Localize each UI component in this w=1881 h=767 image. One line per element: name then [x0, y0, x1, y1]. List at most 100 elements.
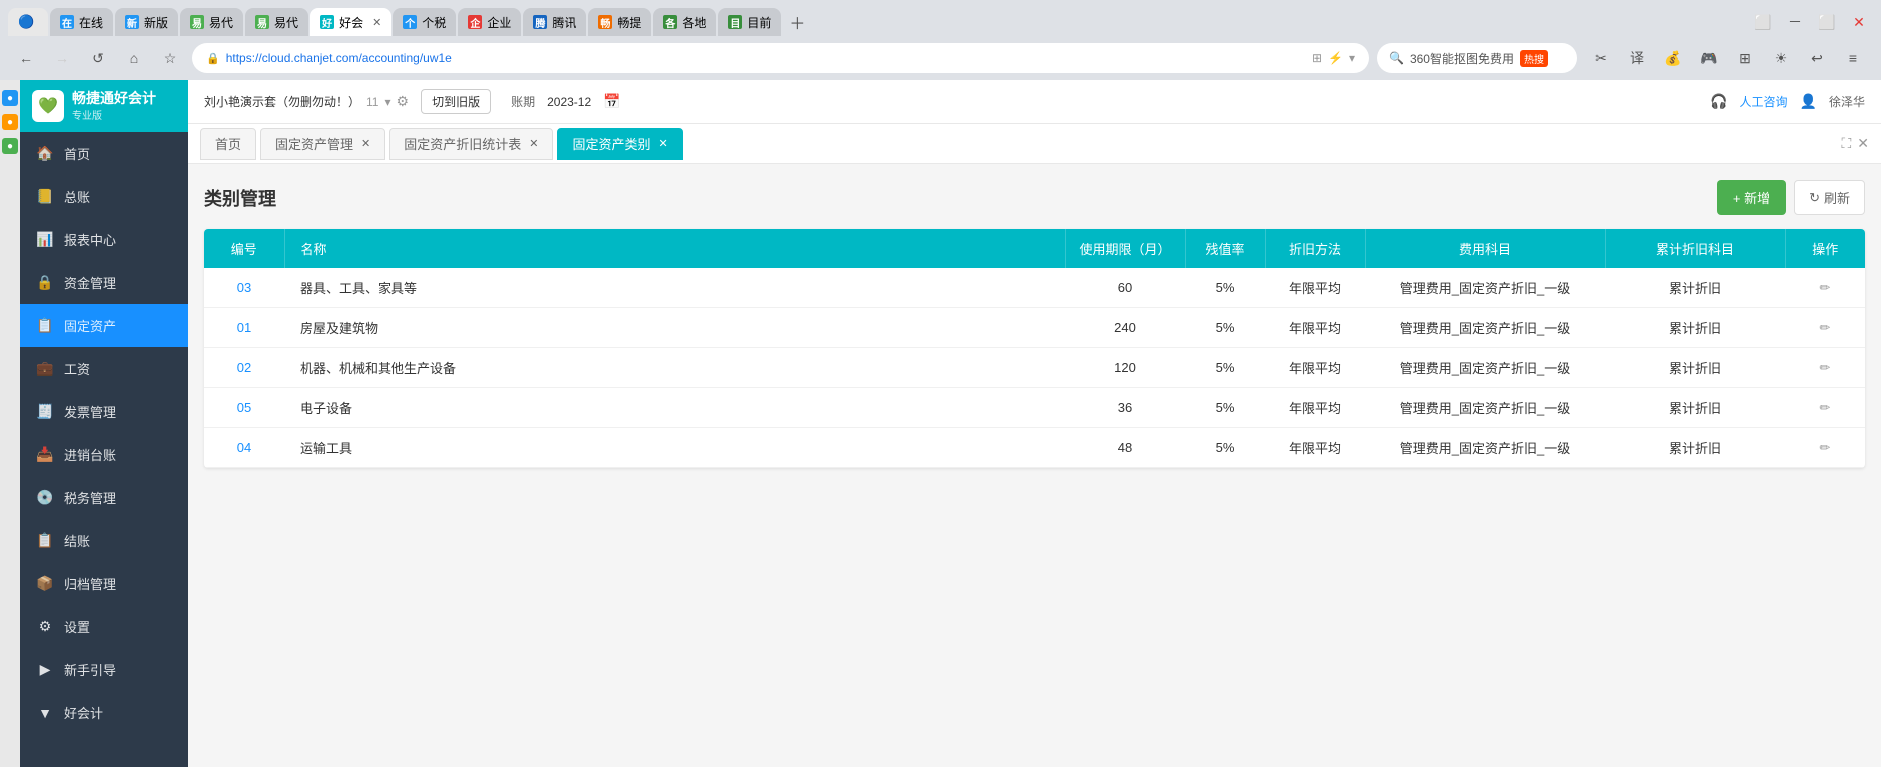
sidebar-item-archive[interactable]: 📦 归档管理: [20, 562, 188, 605]
wallet-icon[interactable]: 💰: [1657, 44, 1689, 72]
edit-button-3[interactable]: ✏: [1820, 400, 1831, 415]
switch-version-button[interactable]: 切到旧版: [421, 89, 491, 114]
sidebar-item-fixed-assets[interactable]: 📋 固定资产: [20, 304, 188, 347]
browser-tab-9[interactable]: 各 各地: [653, 8, 716, 36]
tab-close-4[interactable]: ✕: [372, 16, 381, 29]
reload-button[interactable]: ↺: [84, 44, 112, 72]
search-box[interactable]: 🔍 360智能抠图免费用 热搜: [1377, 43, 1577, 73]
browser-tab-4[interactable]: 好 好会 ✕: [310, 8, 391, 36]
top-bar-right: 🎧 人工咨询 👤 徐泽华: [1710, 93, 1865, 110]
cell-name-4: 运输工具: [284, 428, 1065, 468]
consultant-label[interactable]: 人工咨询: [1740, 93, 1788, 110]
cell-depreciation-2: 累计折旧: [1605, 348, 1785, 388]
browser-tab-5[interactable]: 个 个税: [393, 8, 456, 36]
cell-depreciation-3: 累计折旧: [1605, 388, 1785, 428]
browser-tab-8[interactable]: 畅 畅提: [588, 8, 651, 36]
browser-tab-7[interactable]: 腾 腾讯: [523, 8, 586, 36]
new-tab-button[interactable]: ＋: [783, 8, 811, 36]
brightness-icon[interactable]: ☀: [1765, 44, 1797, 72]
side-icon-1[interactable]: ●: [2, 90, 18, 106]
sidebar-item-home[interactable]: 🏠 首页: [20, 132, 188, 175]
sidebar-item-settings[interactable]: ⚙ 设置: [20, 605, 188, 648]
browser-tab-0[interactable]: 在 在线: [50, 8, 113, 36]
game-icon[interactable]: 🎮: [1693, 44, 1725, 72]
sidebar-item-more[interactable]: ▼ 好会计: [20, 691, 188, 734]
scissors-icon[interactable]: ✂: [1585, 44, 1617, 72]
tab-category[interactable]: 固定资产类别 ✕: [557, 128, 682, 160]
translate-icon[interactable]: 译: [1621, 44, 1653, 72]
dropdown-icon[interactable]: ▾: [384, 95, 390, 109]
tab-depreciation-close[interactable]: ✕: [529, 137, 538, 150]
close-window-button[interactable]: ✕: [1845, 8, 1873, 36]
table-row: 04 运输工具 48 5% 年限平均 管理费用_固定资产折旧_一级 累计折旧 ✏: [204, 428, 1865, 468]
sidebar-item-settlement[interactable]: 📋 结账: [20, 519, 188, 562]
grid-icon[interactable]: ⊞: [1729, 44, 1761, 72]
sidebar-item-label-tax: 税务管理: [64, 488, 116, 507]
home-button[interactable]: ⌂: [120, 44, 148, 72]
tab-depreciation[interactable]: 固定资产折旧统计表 ✕: [389, 128, 553, 160]
funds-icon: 🔒: [36, 274, 54, 292]
tab-expand-buttons: ⛶ ✕: [1841, 135, 1869, 152]
browser-tab-logo[interactable]: 🔵: [8, 8, 48, 36]
sidebar-item-purchase-sales[interactable]: 📥 进销台账: [20, 433, 188, 476]
undo-icon[interactable]: ↩: [1801, 44, 1833, 72]
forward-button[interactable]: →: [48, 44, 76, 72]
lightning-icon[interactable]: ⚡: [1328, 51, 1343, 65]
bookmark-button[interactable]: ☆: [156, 44, 184, 72]
edit-button-2[interactable]: ✏: [1820, 360, 1831, 375]
fullscreen-icon[interactable]: ⛶: [1841, 135, 1851, 152]
tab-fixed-mgmt[interactable]: 固定资产管理 ✕: [260, 128, 385, 160]
table-header-row: 编号 名称 使用期限（月） 残值率 折旧方法 费用科目 累计折旧科目 操作: [204, 229, 1865, 268]
sidebar-item-funds[interactable]: 🔒 资金管理: [20, 261, 188, 304]
browser-tab-1[interactable]: 新 新版: [115, 8, 178, 36]
dropdown-arrow-icon[interactable]: ▾: [1349, 51, 1355, 65]
col-header-name: 名称: [284, 229, 1065, 268]
cell-period-4: 48: [1065, 428, 1185, 468]
menu-icon[interactable]: ≡: [1837, 44, 1869, 72]
cell-code-4: 04: [204, 428, 284, 468]
cell-period-2: 120: [1065, 348, 1185, 388]
cell-action-3: ✏: [1785, 388, 1865, 428]
minimize-button[interactable]: －: [1781, 8, 1809, 36]
sidebar-item-ledger[interactable]: 📒 总账: [20, 175, 188, 218]
refresh-button[interactable]: ↻ 刷新: [1794, 180, 1865, 215]
tab-category-close[interactable]: ✕: [659, 137, 668, 150]
restore-icon[interactable]: ✕: [1857, 135, 1869, 152]
table-row: 03 器具、工具、家具等 60 5% 年限平均 管理费用_固定资产折旧_一级 累…: [204, 268, 1865, 308]
sidebar-item-invoices[interactable]: 🧾 发票管理: [20, 390, 188, 433]
col-header-code: 编号: [204, 229, 284, 268]
calendar-icon[interactable]: 📅: [603, 93, 620, 110]
maximize-button[interactable]: ⬜: [1813, 8, 1841, 36]
address-input[interactable]: 🔒 https://cloud.chanjet.com/accounting/u…: [192, 43, 1369, 73]
cell-method-0: 年限平均: [1265, 268, 1365, 308]
table-row: 05 电子设备 36 5% 年限平均 管理费用_固定资产折旧_一级 累计折旧 ✏: [204, 388, 1865, 428]
settings-gear-icon[interactable]: ⚙: [397, 93, 410, 110]
edit-button-4[interactable]: ✏: [1820, 440, 1831, 455]
tab-list-button[interactable]: ⬜: [1749, 8, 1777, 36]
app-edition: 专业版: [72, 107, 156, 122]
browser-tab-3[interactable]: 易 易代: [245, 8, 308, 36]
side-icon-3[interactable]: ●: [2, 138, 18, 154]
side-icon-2[interactable]: ●: [2, 114, 18, 130]
user-count: 11: [366, 95, 378, 109]
guide-icon: ▶: [36, 661, 54, 679]
content-area: 类别管理 + 新增 ↻ 刷新 编号 名称 使用期限（月） 残值率: [188, 164, 1881, 767]
browser-tab-10[interactable]: 目 目前: [718, 8, 781, 36]
reports-icon: 📊: [36, 231, 54, 249]
cell-method-1: 年限平均: [1265, 308, 1365, 348]
add-button[interactable]: + 新增: [1717, 180, 1786, 215]
browser-tab-6[interactable]: 企 企业: [458, 8, 521, 36]
headset-icon: 🎧: [1710, 93, 1727, 110]
sidebar-item-guide[interactable]: ▶ 新手引导: [20, 648, 188, 691]
sidebar-item-payroll[interactable]: 💼 工资: [20, 347, 188, 390]
edit-button-0[interactable]: ✏: [1820, 280, 1831, 295]
table-row: 02 机器、机械和其他生产设备 120 5% 年限平均 管理费用_固定资产折旧_…: [204, 348, 1865, 388]
back-button[interactable]: ←: [12, 44, 40, 72]
browser-tab-2[interactable]: 易 易代: [180, 8, 243, 36]
sidebar-item-tax[interactable]: 💿 税务管理: [20, 476, 188, 519]
tab-home[interactable]: 首页: [200, 128, 256, 160]
edit-button-1[interactable]: ✏: [1820, 320, 1831, 335]
tab-fixed-mgmt-close[interactable]: ✕: [361, 137, 370, 150]
sidebar-item-reports[interactable]: 📊 报表中心: [20, 218, 188, 261]
site-info-icon[interactable]: ⊞: [1312, 51, 1322, 65]
